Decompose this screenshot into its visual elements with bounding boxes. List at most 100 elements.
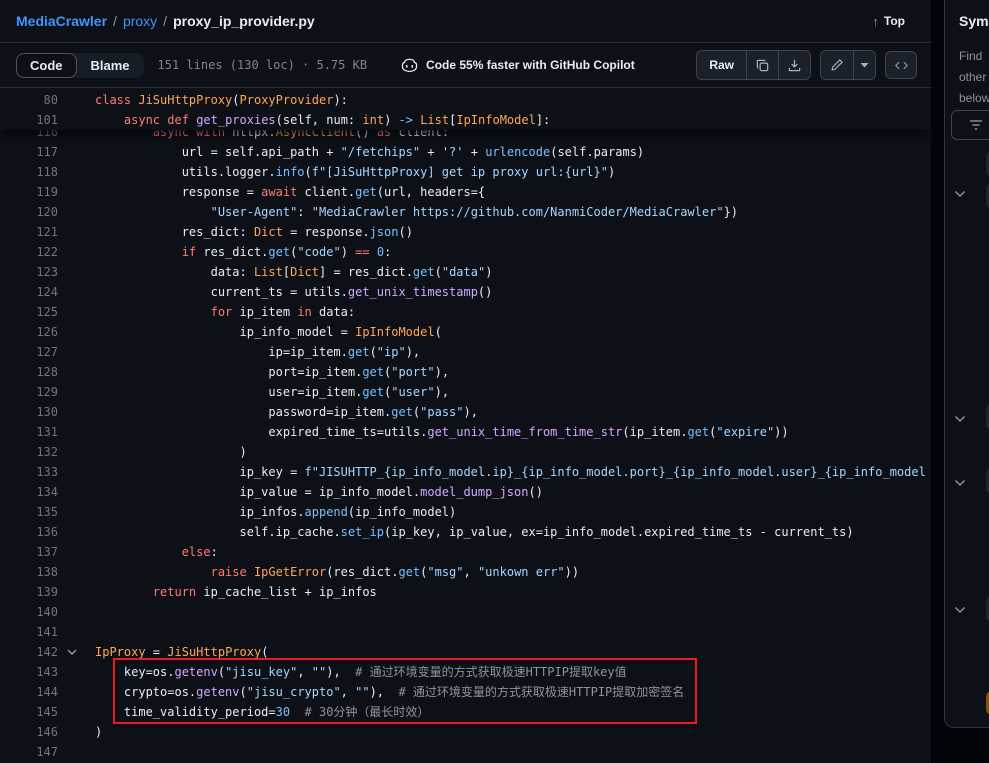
line-number[interactable]: 132: [0, 442, 58, 462]
symbols-panel: Symbols Find other below: [944, 0, 989, 728]
line-number[interactable]: 134: [0, 482, 58, 502]
gutter-spacer: [58, 362, 95, 382]
breadcrumb: MediaCrawler / proxy / proxy_ip_provider…: [16, 13, 315, 29]
code-line: 135 ip_infos.append(ip_info_model): [0, 502, 931, 522]
code-line: 124 current_ts = utils.get_unix_timestam…: [0, 282, 931, 302]
breadcrumb-repo-link[interactable]: MediaCrawler: [16, 13, 107, 29]
code-text: if res_dict.get("code") == 0:: [95, 242, 391, 262]
code-text: utils.logger.info(f"[JiSuHttpProxy] get …: [95, 162, 615, 182]
line-number[interactable]: 136: [0, 522, 58, 542]
line-number[interactable]: 135: [0, 502, 58, 522]
line-number[interactable]: 125: [0, 302, 58, 322]
code-line: 146): [0, 722, 931, 742]
code-line: 127 ip=ip_item.get("ip"),: [0, 342, 931, 362]
line-number[interactable]: 139: [0, 582, 58, 602]
symbols-filter-input[interactable]: [951, 110, 989, 140]
line-number[interactable]: 147: [0, 742, 58, 762]
code-text: class JiSuHttpProxy(ProxyProvider):: [95, 90, 348, 110]
line-number[interactable]: 127: [0, 342, 58, 362]
line-number[interactable]: 126: [0, 322, 58, 342]
code-text: ip_value = ip_info_model.model_dump_json…: [95, 482, 543, 502]
line-number[interactable]: 133: [0, 462, 58, 482]
copilot-banner[interactable]: Code 55% faster with GitHub Copilot: [401, 57, 635, 74]
code-text: ): [95, 722, 102, 742]
code-line: 132 ): [0, 442, 931, 462]
line-number[interactable]: 131: [0, 422, 58, 442]
download-icon[interactable]: [778, 51, 810, 79]
edit-pencil-icon[interactable]: [821, 51, 853, 79]
code-text: async def get_proxies(self, num: int) ->…: [95, 110, 550, 130]
tab-blame[interactable]: Blame: [77, 53, 144, 78]
code-text: key=os.getenv("jisu_key", ""), # 通过环境变量的…: [95, 662, 627, 682]
gutter-spacer: [58, 302, 95, 322]
line-number[interactable]: 142: [0, 642, 58, 662]
line-number[interactable]: 117: [0, 142, 58, 162]
code-text: IpProxy = JiSuHttpProxy(: [95, 642, 268, 662]
line-number[interactable]: 143: [0, 662, 58, 682]
line-number[interactable]: 137: [0, 542, 58, 562]
gutter-spacer: [58, 242, 95, 262]
breadcrumb-separator: /: [163, 13, 167, 29]
code-line: 139 return ip_cache_list + ip_infos: [0, 582, 931, 602]
line-number[interactable]: 129: [0, 382, 58, 402]
gutter-spacer: [58, 682, 95, 702]
gutter-spacer: [58, 482, 95, 502]
code-symbols-icon[interactable]: [885, 51, 917, 79]
chevron-down-icon[interactable]: [954, 474, 968, 488]
gutter-spacer: [58, 502, 95, 522]
code-text: response = await client.get(url, headers…: [95, 182, 485, 202]
caret-down-icon[interactable]: [853, 51, 875, 79]
scroll-to-top-button[interactable]: ↑ Top: [872, 14, 905, 29]
raw-button[interactable]: Raw: [697, 51, 746, 79]
line-number[interactable]: 130: [0, 402, 58, 422]
line-number[interactable]: 122: [0, 242, 58, 262]
code-line: 140: [0, 602, 931, 622]
code-line: 122 if res_dict.get("code") == 0:: [0, 242, 931, 262]
line-number[interactable]: 101: [0, 110, 58, 130]
code-line: 143 key=os.getenv("jisu_key", ""), # 通过环…: [0, 662, 931, 682]
file-toolbar: Code Blame 151 lines (130 loc) · 5.75 KB…: [0, 43, 931, 88]
code-line: 119 response = await client.get(url, hea…: [0, 182, 931, 202]
line-number[interactable]: 120: [0, 202, 58, 222]
breadcrumb-dir-link[interactable]: proxy: [123, 13, 157, 29]
code-line: 101 async def get_proxies(self, num: int…: [0, 110, 931, 130]
code-line: 128 port=ip_item.get("port"),: [0, 362, 931, 382]
gutter-spacer: [58, 110, 95, 130]
code-text: ): [95, 442, 247, 462]
line-number[interactable]: 140: [0, 602, 58, 622]
line-number[interactable]: 118: [0, 162, 58, 182]
chevron-down-icon[interactable]: [954, 410, 968, 424]
gutter-spacer: [58, 402, 95, 422]
line-number[interactable]: 128: [0, 362, 58, 382]
line-number[interactable]: 80: [0, 90, 58, 110]
line-number[interactable]: 121: [0, 222, 58, 242]
gutter-spacer: [58, 602, 95, 622]
chevron-down-icon[interactable]: [954, 185, 968, 199]
line-number[interactable]: 141: [0, 622, 58, 642]
code-line: 133 ip_key = f"JISUHTTP_{ip_info_model.i…: [0, 462, 931, 482]
line-number[interactable]: 146: [0, 722, 58, 742]
line-number[interactable]: 124: [0, 282, 58, 302]
line-number[interactable]: 144: [0, 682, 58, 702]
copy-icon[interactable]: [746, 51, 778, 79]
code-text: crypto=os.getenv("jisu_crypto", ""), # 通…: [95, 682, 684, 702]
code-text: data: List[Dict] = res_dict.get("data"): [95, 262, 492, 282]
line-number[interactable]: 119: [0, 182, 58, 202]
code-text: ip=ip_item.get("ip"),: [95, 342, 420, 362]
line-number[interactable]: 123: [0, 262, 58, 282]
raw-actions-group: Raw: [696, 50, 811, 80]
line-number[interactable]: 138: [0, 562, 58, 582]
code-line: 142 IpProxy = JiSuHttpProxy(: [0, 642, 931, 662]
sticky-context-lines: 80class JiSuHttpProxy(ProxyProvider):101…: [0, 89, 931, 130]
code-text: ip_key = f"JISUHTTP_{ip_info_model.ip}_{…: [95, 462, 926, 482]
code-text: url = self.api_path + "/fetchips" + '?' …: [95, 142, 644, 162]
chevron-down-icon[interactable]: [954, 601, 968, 615]
code-line: 80 class JiSuHttpProxy(ProxyProvider):: [0, 90, 931, 110]
toolbar-actions: Raw: [696, 50, 917, 80]
line-number[interactable]: 145: [0, 702, 58, 722]
gutter-spacer: [58, 722, 95, 742]
tab-code[interactable]: Code: [16, 53, 77, 78]
fold-toggle-icon[interactable]: [58, 642, 95, 662]
code-line: 121 res_dict: Dict = response.json(): [0, 222, 931, 242]
github-code-view-page: MediaCrawler / proxy / proxy_ip_provider…: [0, 0, 989, 763]
